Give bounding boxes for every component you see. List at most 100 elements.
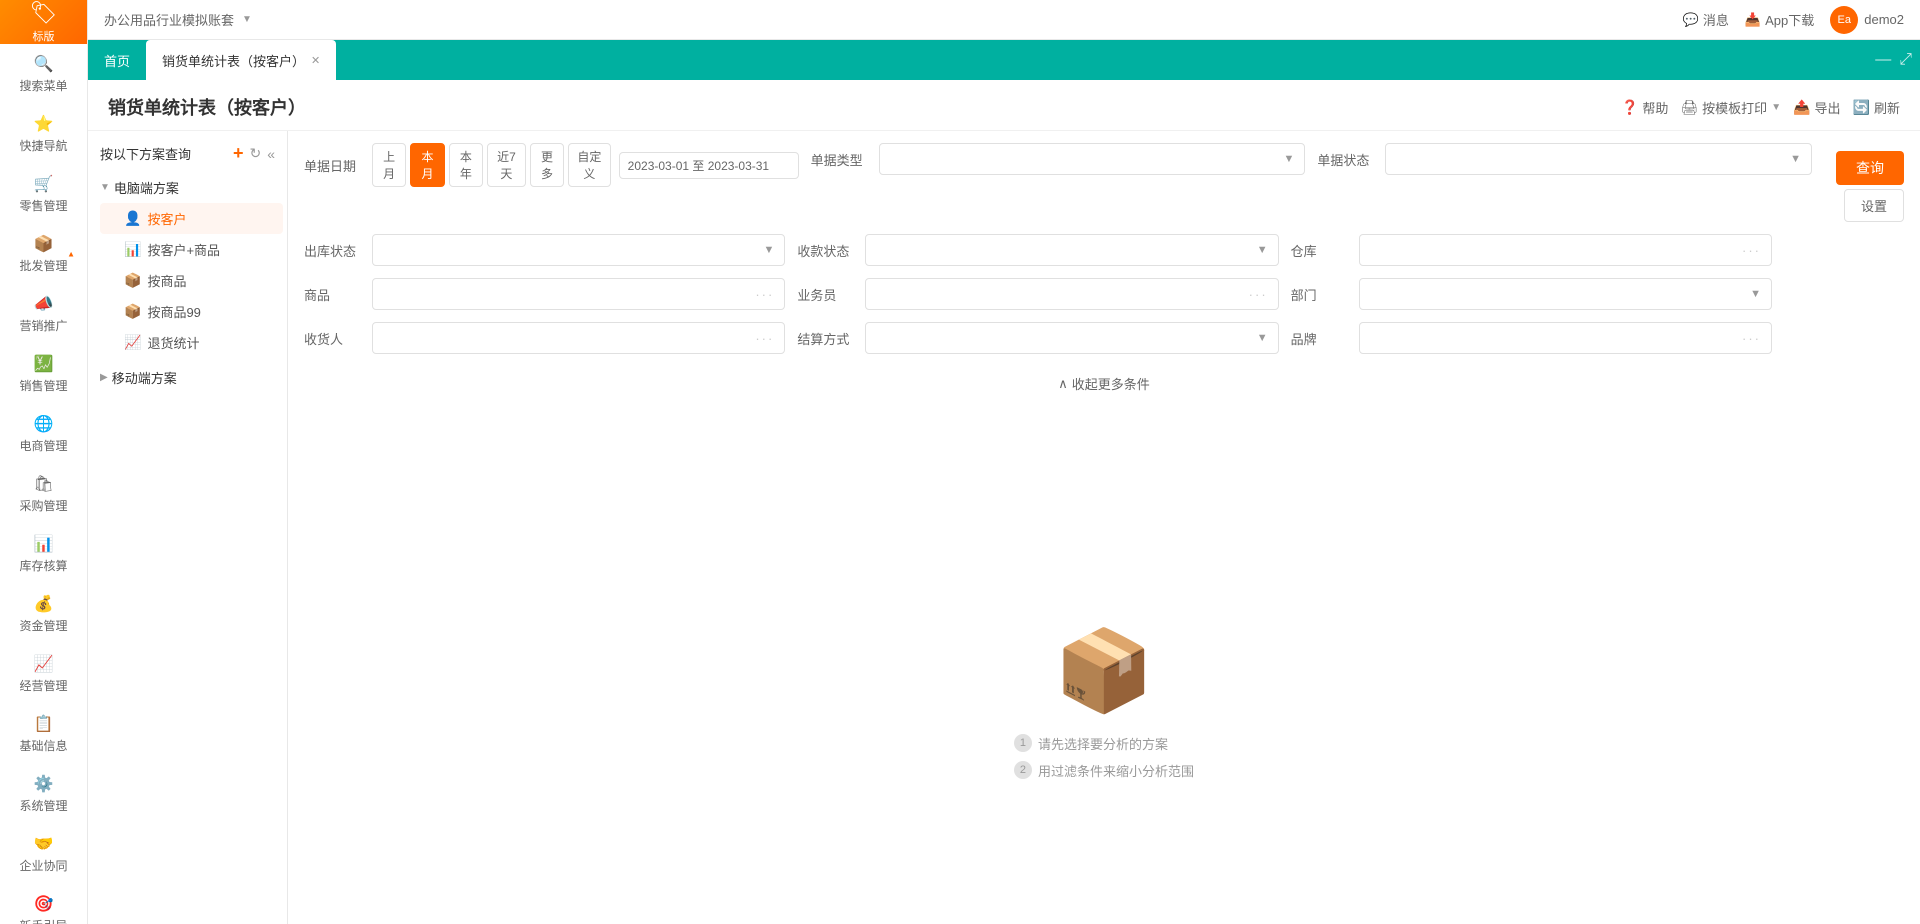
print-icon: 🖨: [1680, 99, 1698, 116]
sidebar-label-system: 系统管理: [19, 797, 67, 814]
settle-label: 结算方式: [797, 329, 857, 348]
purchase-icon: 🛍: [33, 474, 53, 494]
sidebar-item-inventory[interactable]: 📊 库存核算: [0, 524, 87, 584]
scheme-collapse-btn[interactable]: «: [267, 146, 275, 162]
tree-item-goods-label: 按商品: [147, 271, 186, 290]
sidebar-label-purchase: 采购管理: [19, 497, 67, 514]
filter-settle: 结算方式 ▼: [797, 322, 1278, 354]
operation-icon: 📈: [34, 654, 54, 674]
date-range-input[interactable]: 2023-03-01 至 2023-03-31: [619, 152, 799, 179]
page-title: 销货单统计表（按客户）: [108, 94, 306, 120]
sidebar-item-enterprise[interactable]: 🤝 企业协同: [0, 824, 87, 884]
empty-tips: 1 请先选择要分析的方案 2 用过滤条件来缩小分析范围: [1014, 734, 1194, 780]
export-btn[interactable]: 📤 导出: [1793, 98, 1840, 117]
scheme-panel-actions: + ↻ «: [233, 143, 275, 164]
help-icon: ❓: [1621, 99, 1638, 116]
filter-out-state: 出库状态 ▼: [304, 234, 785, 266]
sidebar-logo[interactable]: 🏷 标版: [0, 0, 88, 44]
receiver-label: 收货人: [304, 329, 364, 348]
type-dropdown[interactable]: ▼: [879, 143, 1306, 175]
date-btn-7days[interactable]: 近7天: [487, 143, 526, 187]
content-area: 销货单统计表（按客户） ❓ 帮助 🖨 按模板打印 ▼ 📤 导出 🔄 刷新: [88, 80, 1920, 924]
sidebar-item-quicknav[interactable]: ⭐ 快捷导航: [0, 104, 87, 164]
goods-picker[interactable]: ···: [372, 278, 785, 310]
logo-icon: 🏷: [30, 0, 58, 26]
help-btn[interactable]: ❓ 帮助: [1621, 98, 1668, 117]
tab-close-icon[interactable]: ✕: [311, 54, 320, 67]
salesman-picker[interactable]: ···: [865, 278, 1278, 310]
scheme-panel-title: 按以下方案查询: [100, 144, 191, 163]
tip-num-1: 1: [1014, 734, 1032, 752]
tree-item-return[interactable]: 📈 退货统计: [100, 327, 283, 358]
dept-dropdown[interactable]: ▼: [1359, 278, 1772, 310]
return-icon: 📈: [124, 334, 141, 351]
tree-group-mobile-label: 移动端方案: [112, 368, 177, 387]
out-state-dropdown[interactable]: ▼: [372, 234, 785, 266]
tree-item-by-goods99[interactable]: 📦 按商品99: [100, 296, 283, 327]
tab-home[interactable]: 首页: [88, 40, 146, 80]
setting-button[interactable]: 设置: [1844, 189, 1904, 222]
out-state-label: 出库状态: [304, 241, 364, 260]
state-label: 单据状态: [1317, 150, 1377, 169]
sidebar-item-newbie[interactable]: 🎯 新手引导: [0, 884, 87, 924]
tree-group-desktop-header[interactable]: ▼ 电脑端方案: [92, 172, 283, 203]
tree-group-desktop-label: 电脑端方案: [114, 178, 179, 197]
scheme-refresh-icon[interactable]: ↻: [249, 145, 261, 162]
filter-brand: 品牌 ···: [1291, 322, 1772, 354]
query-button[interactable]: 查询: [1836, 151, 1904, 185]
filter-warehouse: 仓库 ···: [1291, 234, 1772, 266]
filter-area: 单据日期 上月 本月 本年 近7天 更多 自定义 2023-03-01 至 20…: [288, 131, 1920, 924]
receipt-state-dropdown[interactable]: ▼: [865, 234, 1278, 266]
sidebar-item-purchase[interactable]: 🛍 采购管理: [0, 464, 87, 524]
message-label: 消息: [1703, 10, 1729, 29]
marketing-icon: 📣: [34, 294, 54, 314]
tree-item-by-customer[interactable]: 👤 按客户: [100, 203, 283, 234]
tab-sales-stat-label: 销货单统计表（按客户）: [162, 51, 305, 70]
goods-icon: 📦: [124, 272, 141, 289]
filter-receipt-state: 收款状态 ▼: [797, 234, 1278, 266]
receiver-picker[interactable]: ···: [372, 322, 785, 354]
brand-picker[interactable]: ···: [1359, 322, 1772, 354]
tab-maximize-btn[interactable]: ⤢: [1899, 51, 1912, 69]
retail-icon: 🛒: [34, 174, 54, 194]
date-btn-this-year[interactable]: 本年: [449, 143, 483, 187]
tree-item-customer-label: 按客户: [147, 209, 186, 228]
wholesale-icon: 📦: [34, 234, 54, 254]
tab-sales-stat[interactable]: 销货单统计表（按客户） ✕: [146, 40, 336, 80]
app-download-nav[interactable]: 📥 App下载: [1745, 10, 1814, 29]
date-btn-more[interactable]: 更多: [530, 143, 564, 187]
user-profile[interactable]: Ea demo2: [1830, 6, 1904, 34]
tree-item-by-goods[interactable]: 📦 按商品: [100, 265, 283, 296]
collapse-label: 收起更多条件: [1072, 374, 1150, 393]
sidebar-item-basic[interactable]: 📋 基础信息: [0, 704, 87, 764]
breadcrumb-dropdown[interactable]: ▼: [242, 14, 252, 25]
date-btn-this-month[interactable]: 本月: [410, 143, 444, 187]
settle-dropdown[interactable]: ▼: [865, 322, 1278, 354]
sidebar-label-basic: 基础信息: [19, 737, 67, 754]
sidebar-item-finance[interactable]: 💰 资金管理: [0, 584, 87, 644]
state-dropdown[interactable]: ▼: [1385, 143, 1812, 175]
top-header: 办公用品行业模拟账套 ▼ 💬 消息 📥 App下载 Ea demo2: [88, 0, 1920, 40]
template-print-btn[interactable]: 🖨 按模板打印 ▼: [1680, 98, 1781, 117]
tree-item-customer-goods[interactable]: 📊 按客户+商品: [100, 234, 283, 265]
scheme-add-btn[interactable]: +: [233, 143, 244, 164]
sidebar-item-sales[interactable]: 💹 销售管理: [0, 344, 87, 404]
message-nav[interactable]: 💬 消息: [1683, 10, 1729, 29]
receipt-state-label: 收款状态: [797, 241, 857, 260]
tab-minimize-btn[interactable]: —: [1875, 51, 1891, 69]
finance-icon: 💰: [34, 594, 54, 614]
tree-group-mobile-header[interactable]: ▶ 移动端方案: [92, 362, 283, 393]
collapse-conditions-btn[interactable]: ∧ 收起更多条件: [304, 366, 1904, 401]
date-btn-last-month[interactable]: 上月: [372, 143, 406, 187]
warehouse-picker[interactable]: ···: [1359, 234, 1772, 266]
refresh-btn[interactable]: 🔄 刷新: [1853, 98, 1900, 117]
sidebar-item-operation[interactable]: 📈 经营管理: [0, 644, 87, 704]
date-btn-custom[interactable]: 自定义: [568, 143, 610, 187]
sidebar-item-retail[interactable]: 🛒 零售管理: [0, 164, 87, 224]
export-label: 导出: [1815, 98, 1841, 117]
sidebar-item-system[interactable]: ⚙️ 系统管理: [0, 764, 87, 824]
sidebar-item-wholesale[interactable]: 📦 批发管理: [0, 224, 87, 284]
sidebar-item-search[interactable]: 🔍 搜索菜单: [0, 44, 87, 104]
sidebar-item-marketing[interactable]: 📣 营销推广: [0, 284, 87, 344]
sidebar-item-ecommerce[interactable]: 🌐 电商管理: [0, 404, 87, 464]
